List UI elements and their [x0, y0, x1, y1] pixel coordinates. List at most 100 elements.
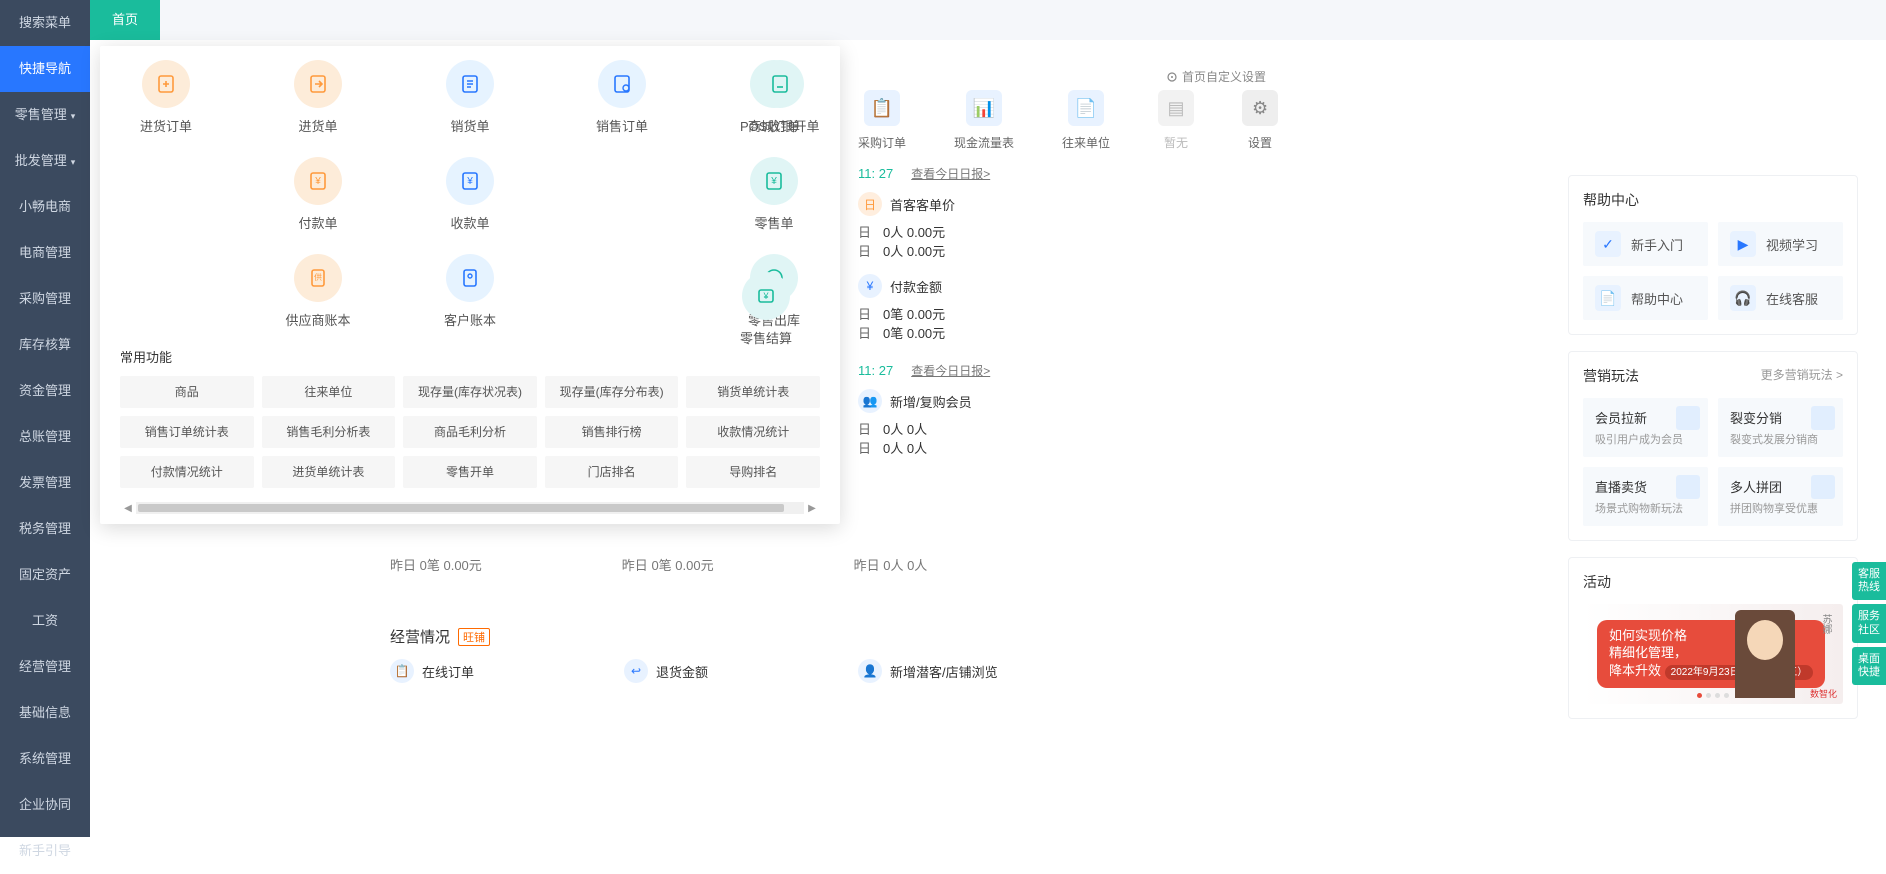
calendar-icon: 📋: [864, 90, 900, 126]
presenter-avatar: [1735, 610, 1795, 698]
help-online[interactable]: 🎧在线客服: [1718, 276, 1843, 320]
sidebar-salary[interactable]: 工资: [0, 598, 90, 644]
deco-icon: [1811, 475, 1835, 499]
doc-icon: 📄: [1595, 285, 1621, 311]
svg-text:¥: ¥: [762, 291, 769, 301]
biz-visitors: 新增潜客/店铺浏览: [890, 662, 998, 681]
shortcut-cashflow[interactable]: 📊现金流量表: [954, 90, 1014, 151]
mk-group[interactable]: 多人拼团拼团购物享受优惠: [1718, 467, 1843, 526]
tab-home[interactable]: 首页: [90, 0, 160, 40]
biz-section-title: 经营情况: [390, 626, 450, 647]
activity-banner[interactable]: 如何实现价格 精细化管理， 降本升效 2022年9月23日 14:00（周五） …: [1583, 604, 1843, 704]
sidebar-tax[interactable]: 税务管理: [0, 506, 90, 552]
mk-live[interactable]: 直播卖货场景式购物新玩法: [1583, 467, 1708, 526]
daily-report-link-2[interactable]: 查看今日日报>: [911, 362, 990, 379]
fn-btn-12[interactable]: 零售开单: [403, 456, 537, 488]
shortcut-contacts[interactable]: 📄往来单位: [1062, 90, 1110, 151]
fn-btn-14[interactable]: 导购排名: [686, 456, 820, 488]
tag-hotline[interactable]: 客服热线: [1852, 562, 1886, 600]
metric-payment: 付款金额: [890, 277, 942, 296]
play-icon: ▶: [1730, 231, 1756, 257]
scroll-right-icon[interactable]: ▶: [804, 503, 820, 514]
homepage-settings-link[interactable]: 首页自定义设置: [1166, 68, 1266, 85]
tag-desktop-shortcut[interactable]: 桌面快捷: [1852, 647, 1886, 685]
marketing-more-link[interactable]: 更多营销玩法 >: [1761, 366, 1843, 383]
fn-btn-1[interactable]: 往来单位: [262, 376, 396, 408]
fn-btn-3[interactable]: 现存量(库存分布表): [545, 376, 679, 408]
help-video[interactable]: ▶视频学习: [1718, 222, 1843, 266]
tag-community[interactable]: 服务社区: [1852, 604, 1886, 642]
sidebar-funds[interactable]: 资金管理: [0, 368, 90, 414]
empty-icon: ▤: [1158, 90, 1194, 126]
fn-btn-11[interactable]: 进货单统计表: [262, 456, 396, 488]
fn-btn-2[interactable]: 现存量(库存状况表): [403, 376, 537, 408]
sidebar-operations[interactable]: 经营管理: [0, 644, 90, 690]
metric-members: 新增/复购会员: [890, 392, 972, 411]
shortcut-settings[interactable]: ⚙设置: [1242, 90, 1278, 151]
flyout-scrollbar[interactable]: ◀ ▶: [120, 500, 820, 516]
chevron-down-icon: ▾: [71, 111, 76, 121]
gear-icon: ⚙: [1242, 90, 1278, 126]
biz-refund: 退货金额: [656, 662, 708, 681]
scroll-left-icon[interactable]: ◀: [120, 503, 136, 514]
mk-member-new[interactable]: 会员拉新吸引用户成为会员: [1583, 398, 1708, 457]
fn-btn-13[interactable]: 门店排名: [545, 456, 679, 488]
mk-fission[interactable]: 裂变分销裂变式发展分销商: [1718, 398, 1843, 457]
sidebar-guide[interactable]: 新手引导: [0, 828, 90, 874]
person-book-icon: [459, 267, 481, 289]
sidebar-wholesale[interactable]: 批发管理▾: [0, 138, 90, 184]
help-center[interactable]: 📄帮助中心: [1583, 276, 1708, 320]
fn-btn-9[interactable]: 收款情况统计: [686, 416, 820, 448]
sidebar-purchase[interactable]: 采购管理: [0, 276, 90, 322]
flow-sales-order[interactable]: 销售订单: [576, 60, 668, 135]
flow-sales[interactable]: 销货单: [424, 60, 516, 135]
flow-purchase[interactable]: 进货单: [272, 60, 364, 135]
help-center-card: 帮助中心 ✓新手入门 ▶视频学习 📄帮助中心 🎧在线客服: [1568, 175, 1858, 335]
flow-payment[interactable]: ¥付款单: [272, 157, 364, 232]
flow-pos[interactable]: POS收银开单: [740, 60, 819, 135]
fn-btn-10[interactable]: 付款情况统计: [120, 456, 254, 488]
book-icon: 供: [307, 267, 329, 289]
fn-btn-6[interactable]: 销售毛利分析表: [262, 416, 396, 448]
flow-customer-ledger[interactable]: 客户账本: [424, 254, 516, 329]
flow-receipt[interactable]: ¥收款单: [424, 157, 516, 232]
flow-retail[interactable]: ¥零售单: [728, 157, 820, 232]
scrollbar-thumb[interactable]: [138, 504, 784, 512]
flow-retail-settle[interactable]: ¥零售结算: [740, 272, 792, 347]
time-display: 11: 27: [858, 166, 893, 181]
sidebar-collab[interactable]: 企业协同: [0, 782, 90, 828]
sidebar-invoice[interactable]: 发票管理: [0, 460, 90, 506]
list-icon: [459, 73, 481, 95]
carousel-dots[interactable]: [1697, 693, 1729, 698]
common-functions-title: 常用功能: [120, 347, 820, 366]
fn-btn-7[interactable]: 商品毛利分析: [403, 416, 537, 448]
help-newbie[interactable]: ✓新手入门: [1583, 222, 1708, 266]
sidebar-search[interactable]: 搜索菜单: [0, 0, 90, 46]
shortcut-empty[interactable]: ▤暂无: [1158, 90, 1194, 151]
scrollbar-track[interactable]: [136, 502, 804, 514]
sidebar-xiaochang[interactable]: 小畅电商: [0, 184, 90, 230]
sidebar-system[interactable]: 系统管理: [0, 736, 90, 782]
flow-purchase-order[interactable]: 进货订单: [120, 60, 212, 135]
fn-btn-4[interactable]: 销货单统计表: [686, 376, 820, 408]
svg-text:¥: ¥: [466, 176, 473, 187]
sidebar-ledger[interactable]: 总账管理: [0, 414, 90, 460]
sidebar-retail[interactable]: 零售管理▾: [0, 92, 90, 138]
fn-btn-8[interactable]: 销售排行榜: [545, 416, 679, 448]
flow-supplier-ledger[interactable]: 供供应商账本: [272, 254, 364, 329]
daily-report-link[interactable]: 查看今日日报>: [911, 165, 990, 182]
shortcut-bar: 📋采购订单 📊现金流量表 📄往来单位 ▤暂无 ⚙设置: [858, 90, 1858, 151]
sidebar-quicknav[interactable]: 快捷导航: [0, 46, 90, 92]
deco-icon: [1676, 475, 1700, 499]
fn-btn-5[interactable]: 销售订单统计表: [120, 416, 254, 448]
shortcut-purchase-order[interactable]: 📋采购订单: [858, 90, 906, 151]
floating-service-tags: 客服热线 服务社区 桌面快捷: [1852, 562, 1886, 685]
sidebar-assets[interactable]: 固定资产: [0, 552, 90, 598]
sidebar-basic[interactable]: 基础信息: [0, 690, 90, 736]
sidebar-inventory[interactable]: 库存核算: [0, 322, 90, 368]
payment-icon: ¥: [858, 274, 882, 298]
quicknav-flyout: 进货订单 进货单 销货单 销售订单 商城订单 POS收银开单 ¥付款单 ¥收款单…: [100, 46, 840, 524]
fn-btn-0[interactable]: 商品: [120, 376, 254, 408]
sidebar: 搜索菜单 快捷导航 零售管理▾ 批发管理▾ 小畅电商 电商管理 采购管理 库存核…: [0, 0, 90, 837]
sidebar-ecommerce[interactable]: 电商管理: [0, 230, 90, 276]
